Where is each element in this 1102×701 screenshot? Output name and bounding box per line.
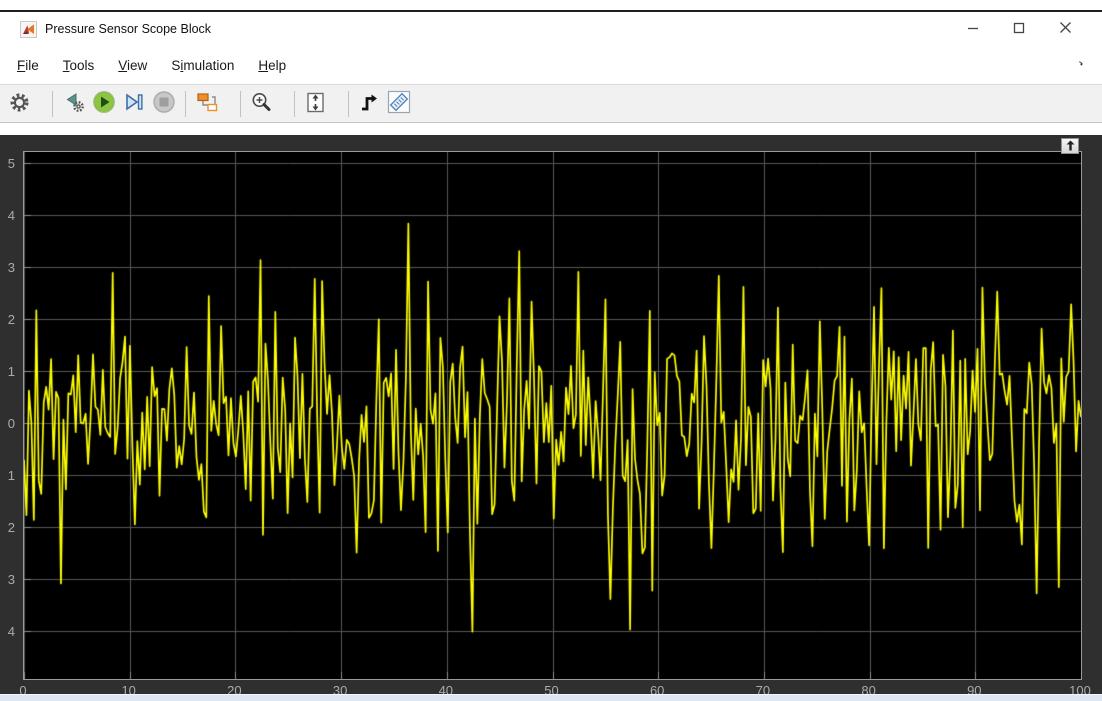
menu-tools[interactable]: Tools bbox=[63, 58, 95, 73]
menu-bar: File Tools View Simulation Help bbox=[0, 46, 1102, 84]
run-button[interactable] bbox=[90, 89, 118, 119]
zoom-button[interactable] bbox=[248, 89, 274, 119]
cursor-measurements-button[interactable] bbox=[385, 89, 412, 119]
stepping-options-icon bbox=[62, 91, 86, 117]
maximize-axes-icon bbox=[1065, 139, 1076, 154]
window-title: Pressure Sensor Scope Block bbox=[45, 22, 212, 36]
y-tick-label: 3 bbox=[7, 572, 15, 587]
minimize-icon bbox=[967, 22, 979, 37]
gear-icon bbox=[8, 91, 31, 117]
menu-help[interactable]: Help bbox=[258, 58, 286, 73]
trigger-icon bbox=[358, 91, 381, 117]
chevron-down-icon[interactable] bbox=[275, 89, 287, 119]
minimize-button[interactable] bbox=[950, 12, 996, 46]
y-tick-label: 1 bbox=[7, 364, 15, 379]
dock-arrow-icon[interactable] bbox=[1072, 54, 1090, 72]
scope-canvas[interactable] bbox=[24, 152, 1081, 679]
trigger-button[interactable] bbox=[356, 89, 383, 119]
y-tick-label: 2 bbox=[7, 520, 15, 535]
chevron-down-icon[interactable] bbox=[221, 89, 233, 119]
chevron-down-icon[interactable] bbox=[413, 89, 425, 119]
maximize-button[interactable] bbox=[996, 12, 1042, 46]
toolbar-separator bbox=[185, 90, 186, 117]
window-controls bbox=[950, 12, 1088, 46]
chevron-down-icon[interactable] bbox=[329, 89, 341, 119]
toolbar-separator bbox=[52, 90, 53, 117]
simulink-blocks-icon bbox=[195, 91, 219, 117]
y-tick-label: 1 bbox=[7, 468, 15, 483]
stop-button bbox=[150, 89, 178, 119]
y-tick-label: 5 bbox=[7, 156, 15, 171]
toolbar-separator bbox=[348, 90, 349, 117]
cursor-measurements-icon bbox=[387, 90, 411, 117]
y-tick-label: 3 bbox=[7, 260, 15, 275]
scale-y-axis-button[interactable] bbox=[302, 89, 328, 119]
scope-plot-region: 5 4 3 2 1 0 1 2 3 4 0 10 20 30 40 50 60 70 80 90 100 bbox=[0, 135, 1102, 701]
menu-file[interactable]: File bbox=[17, 58, 39, 73]
configuration-gear-button[interactable] bbox=[6, 89, 32, 119]
stop-icon bbox=[152, 90, 176, 117]
y-tick-label: 2 bbox=[7, 312, 15, 327]
close-button[interactable] bbox=[1042, 12, 1088, 46]
scale-y-axis-icon bbox=[304, 91, 327, 117]
window-bottom-edge bbox=[0, 694, 1102, 701]
stepping-options-button[interactable] bbox=[60, 89, 88, 119]
y-tick-label: 4 bbox=[7, 208, 15, 223]
scope-window: Pressure Sensor Scope Block File Tools V… bbox=[0, 10, 1102, 701]
scope-axes bbox=[23, 151, 1082, 680]
menu-view[interactable]: View bbox=[118, 58, 147, 73]
matlab-logo-icon bbox=[20, 20, 37, 38]
highlight-simulink-block-button[interactable] bbox=[193, 89, 220, 119]
run-play-icon bbox=[92, 90, 116, 117]
scope-toolbar bbox=[0, 84, 1102, 123]
chevron-down-icon[interactable] bbox=[33, 89, 45, 119]
maximize-axes-button[interactable] bbox=[1061, 138, 1079, 154]
step-forward-icon bbox=[122, 90, 146, 117]
close-icon bbox=[1059, 21, 1072, 37]
y-tick-label: 4 bbox=[7, 624, 15, 639]
title-bar[interactable]: Pressure Sensor Scope Block bbox=[0, 12, 1102, 46]
menu-simulation[interactable]: Simulation bbox=[171, 58, 234, 73]
y-tick-label: 0 bbox=[7, 416, 15, 431]
step-forward-button[interactable] bbox=[120, 89, 148, 119]
zoom-in-icon bbox=[250, 91, 273, 117]
screenshot-root: Pressure Sensor Scope Block File Tools V… bbox=[0, 0, 1102, 701]
maximize-icon bbox=[1013, 22, 1025, 37]
toolbar-separator bbox=[294, 90, 295, 117]
toolbar-separator bbox=[240, 90, 241, 117]
